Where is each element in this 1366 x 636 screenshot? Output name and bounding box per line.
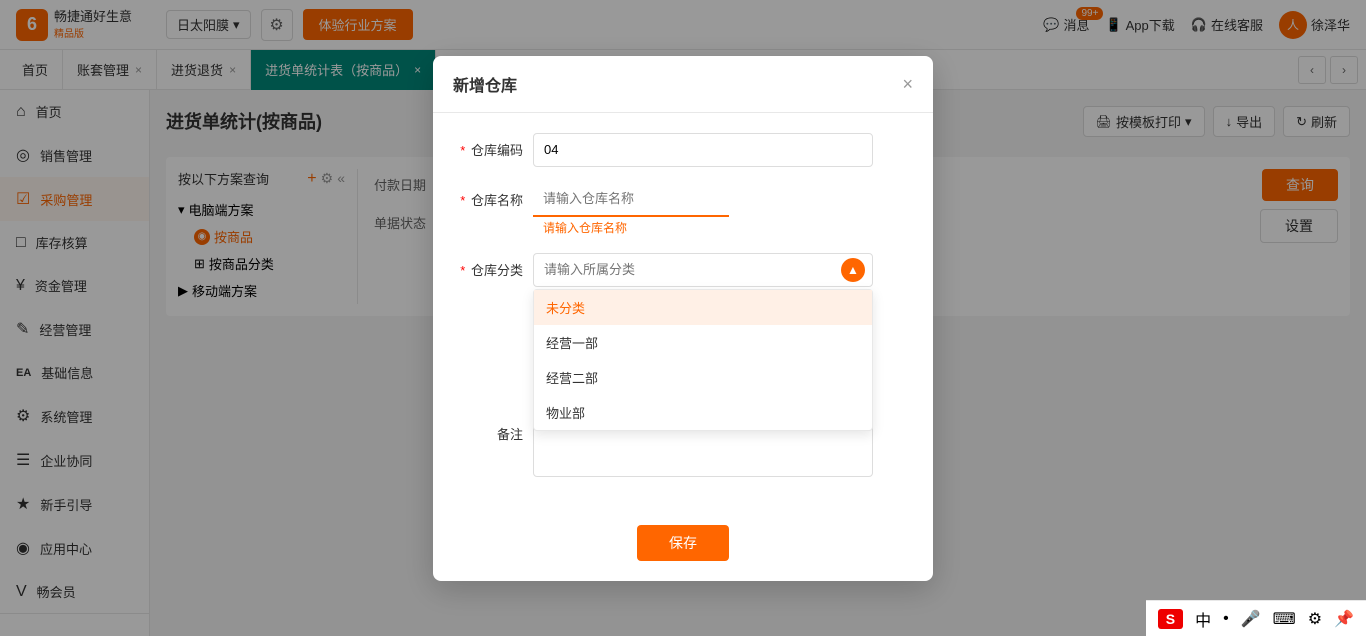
name-label: * 仓库名称 (453, 183, 533, 209)
form-row-code: * 仓库编码 (453, 133, 913, 167)
dropdown-item-dept2[interactable]: 经营二部 (534, 360, 872, 395)
remark-label: 备注 (453, 417, 533, 443)
modal-close-btn[interactable]: × (902, 75, 913, 93)
form-row-name: * 仓库名称 请输入仓库名称 (453, 183, 913, 237)
required-star3: * (460, 263, 465, 278)
chinese-icon: 中 (1195, 607, 1211, 631)
required-star: * (460, 143, 465, 158)
name-input[interactable] (533, 183, 729, 217)
category-label: * 仓库分类 (453, 253, 533, 279)
category-dropdown: 未分类 经营一部 经营二部 物业部 (533, 289, 873, 431)
settings-icon2: ⚙ (1308, 609, 1322, 629)
category-arrow-btn[interactable]: ▲ (841, 258, 865, 282)
pin-icon: 📌 (1334, 609, 1354, 629)
modal-header: 新增仓库 × (433, 56, 933, 113)
modal-dialog: 新增仓库 × * 仓库编码 * 仓库名称 (433, 56, 933, 581)
category-select-wrap: ▲ 未分类 经营一部 经营二部 物业部 (533, 253, 873, 287)
required-star2: * (460, 193, 465, 208)
modal-title: 新增仓库 (453, 72, 517, 96)
category-input[interactable] (533, 253, 873, 287)
dropdown-item-dept3[interactable]: 物业部 (534, 395, 872, 430)
name-error-row: 请输入仓库名称 (453, 219, 627, 237)
dropdown-item-dept1[interactable]: 经营一部 (534, 325, 872, 360)
code-label: * 仓库编码 (453, 133, 533, 159)
form-row-name-inner: * 仓库名称 (453, 183, 729, 217)
modal-body: * 仓库编码 * 仓库名称 请输入仓库名称 (433, 113, 933, 513)
dot-icon: • (1223, 610, 1229, 628)
dropdown-item-uncat[interactable]: 未分类 (534, 290, 872, 325)
modal-footer: 保存 (433, 513, 933, 581)
mic-icon: 🎤 (1241, 609, 1261, 629)
save-button[interactable]: 保存 (637, 525, 729, 561)
name-error-msg: 请输入仓库名称 (543, 221, 627, 235)
s-logo: S (1158, 609, 1183, 629)
bottom-status-bar: S 中 • 🎤 ⌨ ⚙ 📌 (1146, 600, 1366, 636)
code-input[interactable] (533, 133, 873, 167)
keyboard-icon: ⌨ (1273, 609, 1296, 629)
form-row-category: * 仓库分类 ▲ 未分类 经营一部 经营二部 (453, 253, 913, 287)
modal-overlay[interactable]: 新增仓库 × * 仓库编码 * 仓库名称 (0, 0, 1366, 636)
